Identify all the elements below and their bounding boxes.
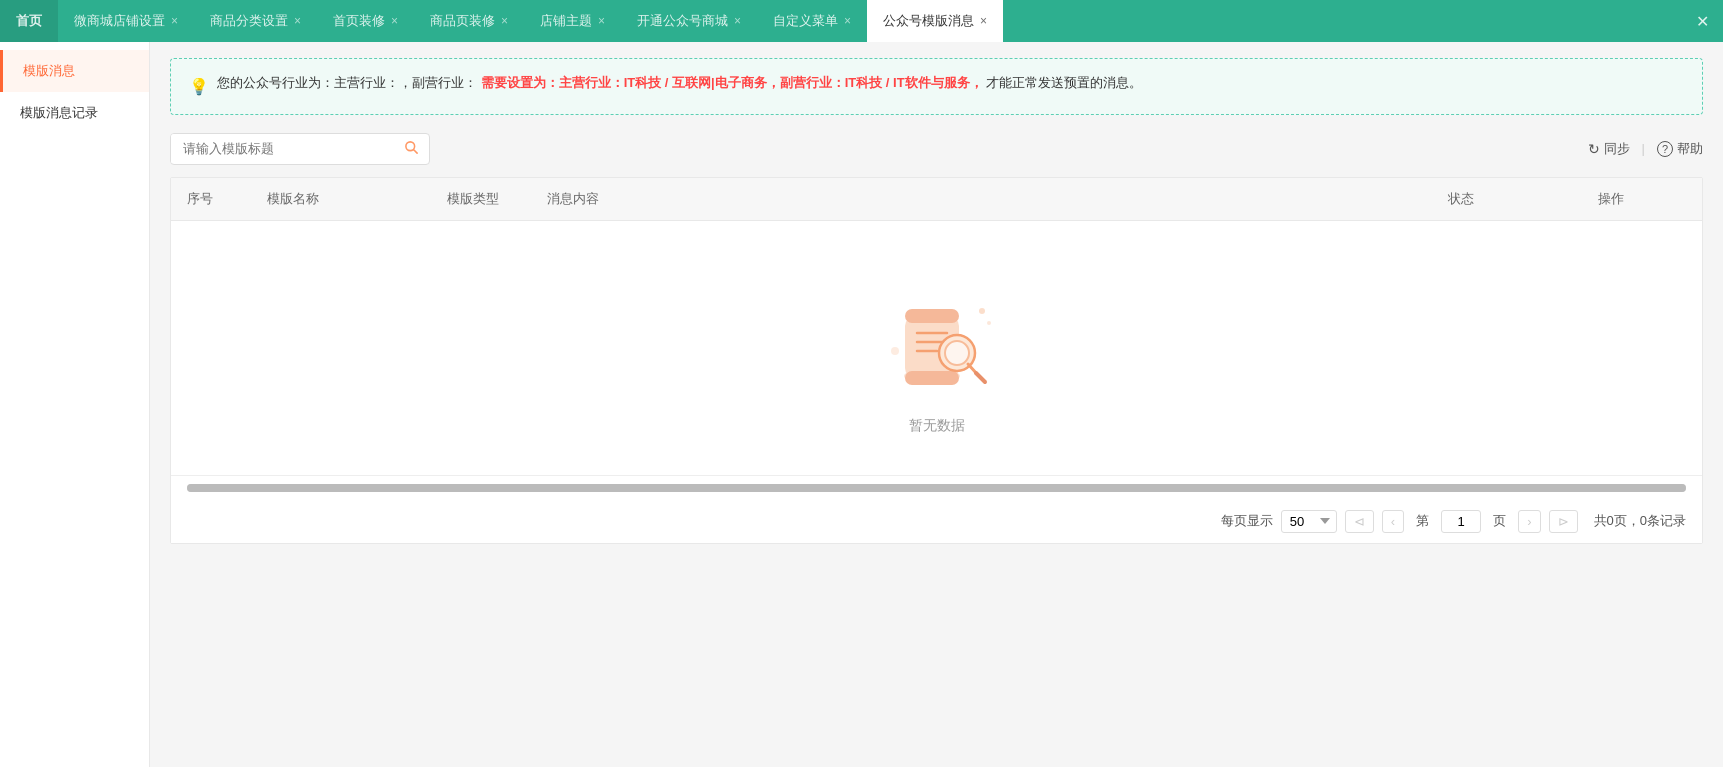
th-seq-label: 序号 [187, 191, 213, 206]
close-all-button[interactable]: ✕ [1682, 12, 1723, 31]
nav-tab-shop-theme[interactable]: 店铺主题 × [524, 0, 621, 42]
page-size-label: 每页显示 [1221, 512, 1273, 530]
notice-text-suffix: 才能正常发送预置的消息。 [986, 75, 1142, 90]
svg-rect-5 [905, 371, 959, 385]
nav-tab-shop-theme-label: 店铺主题 [540, 12, 592, 30]
sidebar-item-template-message[interactable]: 模版消息 [0, 50, 149, 92]
svg-point-13 [979, 308, 985, 314]
empty-illustration [877, 281, 997, 401]
th-action: 操作 [1582, 178, 1702, 220]
search-box [170, 133, 430, 165]
nav-tab-product-decor-label: 商品页装修 [430, 12, 495, 30]
th-content-label: 消息内容 [547, 191, 599, 206]
nav-tab-home[interactable]: 首页 [0, 0, 58, 42]
th-type: 模版类型 [431, 178, 531, 220]
nav-tab-home-decor-label: 首页装修 [333, 12, 385, 30]
nav-tab-wshop-label: 微商城店铺设置 [74, 12, 165, 30]
nav-tab-wshop-close[interactable]: × [171, 14, 178, 28]
content-area: 💡 您的公众号行业为：主营行业：，副营行业： 需要设置为：主营行业：IT科技 /… [150, 42, 1723, 767]
nav-tab-product-decor-close[interactable]: × [501, 14, 508, 28]
search-input[interactable] [171, 134, 394, 163]
empty-text: 暂无数据 [909, 417, 965, 435]
pagination: 每页显示 10 20 50 100 ⊲ ‹ 第 页 › ⊳ 共0页，0条记录 [171, 500, 1702, 543]
scroll-bar-area [171, 475, 1702, 500]
nav-tab-wshop-setting[interactable]: 微商城店铺设置 × [58, 0, 194, 42]
page-unit: 页 [1493, 512, 1506, 530]
page-number-input[interactable] [1441, 510, 1481, 533]
nav-tab-shop-theme-close[interactable]: × [598, 14, 605, 28]
th-content: 消息内容 [531, 178, 1432, 220]
nav-tab-home-decor[interactable]: 首页装修 × [317, 0, 414, 42]
nav-tab-category-label: 商品分类设置 [210, 12, 288, 30]
nav-tab-open-mall-label: 开通公众号商城 [637, 12, 728, 30]
th-status: 状态 [1432, 178, 1582, 220]
toolbar: ↻ 同步 | ? 帮助 [170, 133, 1703, 165]
svg-point-10 [945, 341, 969, 365]
th-action-label: 操作 [1598, 191, 1624, 206]
notice-icon: 💡 [189, 74, 209, 100]
toolbar-right: ↻ 同步 | ? 帮助 [1588, 140, 1703, 158]
empty-state: 暂无数据 [171, 221, 1702, 475]
th-name-label: 模版名称 [267, 191, 319, 206]
nav-tab-home-label: 首页 [16, 12, 42, 30]
page-word: 第 [1416, 512, 1429, 530]
nav-tab-product-decor[interactable]: 商品页装修 × [414, 0, 524, 42]
svg-point-15 [891, 347, 899, 355]
nav-tab-category-close[interactable]: × [294, 14, 301, 28]
table-header: 序号 模版名称 模版类型 消息内容 状态 操作 [171, 178, 1702, 221]
notice-text-prefix: 您的公众号行业为：主营行业：，副营行业： [217, 75, 477, 90]
nav-tab-template-msg[interactable]: 公众号模版消息 × [867, 0, 1003, 42]
nav-tab-template-msg-label: 公众号模版消息 [883, 12, 974, 30]
th-seq: 序号 [171, 178, 251, 220]
horizontal-scrollbar[interactable] [187, 484, 1686, 492]
data-table: 序号 模版名称 模版类型 消息内容 状态 操作 [170, 177, 1703, 544]
last-page-button[interactable]: ⊳ [1549, 510, 1578, 533]
sync-button[interactable]: ↻ 同步 [1588, 140, 1630, 158]
notice-text: 您的公众号行业为：主营行业：，副营行业： 需要设置为：主营行业：IT科技 / 互… [217, 73, 1142, 94]
sidebar-item-template-record-label: 模版消息记录 [20, 105, 98, 120]
nav-tab-category-setting[interactable]: 商品分类设置 × [194, 0, 317, 42]
prev-page-button[interactable]: ‹ [1382, 510, 1404, 533]
nav-tab-open-mall[interactable]: 开通公众号商城 × [621, 0, 757, 42]
empty-text-label: 暂无数据 [909, 417, 965, 433]
th-type-label: 模版类型 [447, 191, 499, 206]
help-button[interactable]: ? 帮助 [1657, 140, 1703, 158]
th-status-label: 状态 [1448, 191, 1474, 206]
nav-tab-template-msg-close[interactable]: × [980, 14, 987, 28]
svg-line-1 [414, 149, 417, 152]
sidebar-item-template-record[interactable]: 模版消息记录 [0, 92, 149, 134]
nav-tab-home-decor-close[interactable]: × [391, 14, 398, 28]
nav-tab-custom-menu-close[interactable]: × [844, 14, 851, 28]
scrollbar-thumb[interactable] [187, 484, 1686, 492]
page-size-select[interactable]: 10 20 50 100 [1281, 510, 1337, 533]
notice-box: 💡 您的公众号行业为：主营行业：，副营行业： 需要设置为：主营行业：IT科技 /… [170, 58, 1703, 115]
sync-icon: ↻ [1588, 141, 1600, 157]
notice-highlight: 需要设置为：主营行业：IT科技 / 互联网|电子商务，副营行业：IT科技 / I… [481, 75, 983, 90]
svg-point-14 [987, 321, 991, 325]
th-name: 模版名称 [251, 178, 431, 220]
sync-label: 同步 [1604, 140, 1630, 158]
first-page-button[interactable]: ⊲ [1345, 510, 1374, 533]
sidebar-item-template-message-label: 模版消息 [23, 63, 75, 78]
svg-line-12 [976, 373, 985, 382]
nav-tab-custom-menu[interactable]: 自定义菜单 × [757, 0, 867, 42]
total-info: 共0页，0条记录 [1594, 512, 1686, 530]
nav-tab-open-mall-close[interactable]: × [734, 14, 741, 28]
next-page-button[interactable]: › [1518, 510, 1540, 533]
top-navigation: 首页 微商城店铺设置 × 商品分类设置 × 首页装修 × 商品页装修 × 店铺主… [0, 0, 1723, 42]
main-layout: 模版消息 模版消息记录 💡 您的公众号行业为：主营行业：，副营行业： 需要设置为… [0, 42, 1723, 767]
help-icon: ? [1657, 141, 1673, 157]
nav-tab-custom-menu-label: 自定义菜单 [773, 12, 838, 30]
sidebar: 模版消息 模版消息记录 [0, 42, 150, 767]
help-label: 帮助 [1677, 140, 1703, 158]
search-button[interactable] [394, 134, 429, 164]
toolbar-divider: | [1642, 141, 1645, 156]
svg-rect-4 [905, 309, 959, 323]
